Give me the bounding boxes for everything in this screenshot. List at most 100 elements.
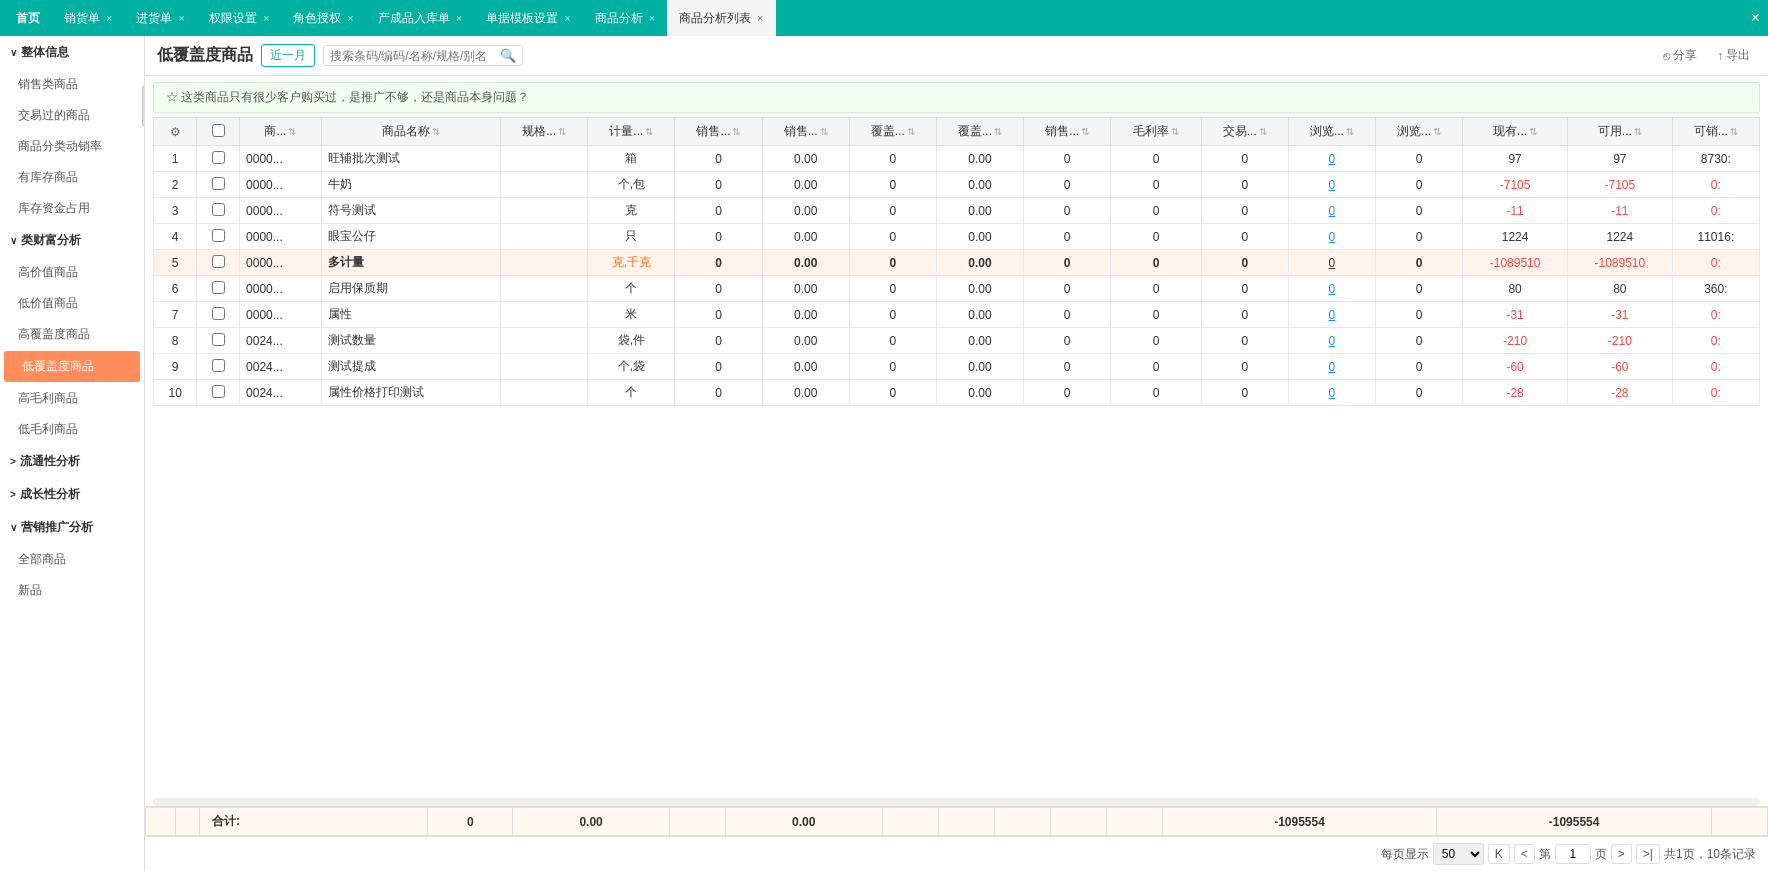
page-title: 低覆盖度商品 — [157, 45, 253, 66]
row-transaction: 0 — [1201, 380, 1288, 406]
row-browse1[interactable]: 0 — [1288, 328, 1375, 354]
row-select-checkbox[interactable] — [212, 307, 225, 320]
row-no: 9 — [154, 354, 197, 380]
period-button[interactable]: 近一月 — [261, 44, 315, 67]
sidebar-item-all-goods[interactable]: 全部商品 — [0, 544, 144, 575]
prev-page-button[interactable]: < — [1514, 844, 1535, 864]
row-margin: 0 — [1111, 380, 1201, 406]
share-button[interactable]: ⎋ 分享 — [1657, 44, 1703, 67]
row-code: 0024... — [240, 380, 322, 406]
row-no: 6 — [154, 276, 197, 302]
row-browse1[interactable]: 0 — [1288, 276, 1375, 302]
close-icon[interactable]: × — [564, 12, 570, 24]
close-icon[interactable]: × — [347, 12, 353, 24]
row-select-checkbox[interactable] — [212, 229, 225, 242]
nav-tab-templates[interactable]: 单据模板设置 × — [474, 0, 582, 36]
close-all-button[interactable]: × — [1751, 9, 1760, 27]
row-browse1[interactable]: 0 — [1288, 172, 1375, 198]
row-select-checkbox[interactable] — [212, 385, 225, 398]
col-settings[interactable]: ⚙ — [154, 118, 197, 146]
row-checkbox[interactable] — [197, 198, 240, 224]
sidebar-item-category-rate[interactable]: 商品分类动销率 — [0, 131, 144, 162]
row-checkbox[interactable] — [197, 172, 240, 198]
row-select-checkbox[interactable] — [212, 151, 225, 164]
sidebar-item-new-goods[interactable]: 新品 — [0, 575, 144, 606]
row-checkbox[interactable] — [197, 146, 240, 172]
sidebar-item-high-coverage[interactable]: 高覆盖度商品 — [0, 319, 144, 350]
nav-tab-products[interactable]: 产成品入库单 × — [366, 0, 474, 36]
row-checkbox[interactable] — [197, 380, 240, 406]
close-icon[interactable]: × — [456, 12, 462, 24]
nav-tab-permissions[interactable]: 权限设置 × — [197, 0, 281, 36]
row-browse1[interactable]: 0 — [1288, 198, 1375, 224]
sidebar-collapse-button[interactable]: « — [142, 86, 145, 126]
row-transaction: 0 — [1201, 354, 1288, 380]
sidebar-item-sales-goods[interactable]: 销售类商品 — [0, 69, 144, 100]
close-icon[interactable]: × — [178, 12, 184, 24]
sidebar-section-flow[interactable]: > 流通性分析 — [0, 445, 144, 478]
row-coverage1: 0 — [849, 276, 936, 302]
sidebar-item-capital[interactable]: 库存资金占用 — [0, 193, 144, 224]
close-icon[interactable]: × — [106, 12, 112, 24]
scrollbar[interactable] — [153, 798, 1760, 806]
row-select-checkbox[interactable] — [212, 359, 225, 372]
row-margin: 0 — [1111, 172, 1201, 198]
last-page-button[interactable]: >| — [1636, 844, 1660, 864]
totals-row: 合计: 0 0.00 0.00 -1095554 -1095554 — [146, 807, 1768, 836]
row-browse1[interactable]: 0 — [1288, 354, 1375, 380]
sidebar-item-low-margin[interactable]: 低毛利商品 — [0, 414, 144, 445]
row-checkbox[interactable] — [197, 328, 240, 354]
page-size-label: 每页显示 — [1381, 846, 1429, 863]
nav-tab-sales[interactable]: 销货单 × — [52, 0, 124, 36]
export-button[interactable]: ↑ 导出 — [1711, 44, 1756, 67]
sidebar-item-high-value[interactable]: 高价值商品 — [0, 257, 144, 288]
sidebar-section-overall[interactable]: ∨ 整体信息 — [0, 36, 144, 69]
row-select-checkbox[interactable] — [212, 255, 225, 268]
search-input[interactable] — [330, 49, 500, 63]
sidebar-section-wealth[interactable]: ∨ 类财富分析 — [0, 224, 144, 257]
settings-icon[interactable]: ⚙ — [170, 125, 181, 139]
nav-tab-purchase[interactable]: 进货单 × — [124, 0, 196, 36]
row-sales-amount: 0.00 — [762, 198, 849, 224]
page-size-select[interactable]: 50 10 20 100 — [1433, 843, 1484, 865]
row-checkbox[interactable] — [197, 354, 240, 380]
row-browse1[interactable]: 0 — [1288, 146, 1375, 172]
row-select-checkbox[interactable] — [212, 281, 225, 294]
row-select-checkbox[interactable] — [212, 333, 225, 346]
row-spec — [501, 354, 588, 380]
sidebar-item-in-stock[interactable]: 有库存商品 — [0, 162, 144, 193]
row-current: -7105 — [1463, 172, 1568, 198]
row-coverage1: 0 — [849, 302, 936, 328]
nav-tab-analysis[interactable]: 商品分析 × — [583, 0, 667, 36]
sidebar-item-traded-goods[interactable]: 交易过的商品 — [0, 100, 144, 131]
row-transaction: 0 — [1201, 302, 1288, 328]
select-all-checkbox[interactable] — [212, 124, 225, 137]
next-page-button[interactable]: > — [1611, 844, 1632, 864]
close-icon[interactable]: × — [263, 12, 269, 24]
nav-tab-roles[interactable]: 角色授权 × — [281, 0, 365, 36]
sidebar-item-low-value[interactable]: 低价值商品 — [0, 288, 144, 319]
close-icon[interactable]: × — [757, 12, 763, 24]
nav-tab-home[interactable]: 首页 — [4, 0, 52, 36]
row-sales-rate: 0 — [1024, 276, 1111, 302]
row-browse1[interactable]: 0 — [1288, 302, 1375, 328]
row-select-checkbox[interactable] — [212, 177, 225, 190]
row-browse1[interactable]: 0 — [1288, 224, 1375, 250]
sidebar-item-low-coverage[interactable]: 低覆盖度商品 — [4, 351, 140, 382]
row-checkbox[interactable] — [197, 276, 240, 302]
row-select-checkbox[interactable] — [212, 203, 225, 216]
nav-tab-analysis-list[interactable]: 商品分析列表 × — [667, 0, 775, 36]
first-page-button[interactable]: K — [1488, 844, 1510, 864]
row-name: 属性价格打印测试 — [321, 380, 500, 406]
sidebar-section-marketing[interactable]: ∨ 营销推广分析 — [0, 511, 144, 544]
row-checkbox[interactable] — [197, 302, 240, 328]
row-checkbox[interactable] — [197, 250, 240, 276]
row-browse1[interactable]: 0 — [1288, 250, 1375, 276]
close-icon[interactable]: × — [649, 12, 655, 24]
search-icon[interactable]: 🔍 — [500, 48, 516, 63]
sidebar-section-growth[interactable]: > 成长性分析 — [0, 478, 144, 511]
page-number-input[interactable] — [1555, 844, 1591, 864]
sidebar-item-high-margin[interactable]: 高毛利商品 — [0, 383, 144, 414]
row-browse1[interactable]: 0 — [1288, 380, 1375, 406]
row-checkbox[interactable] — [197, 224, 240, 250]
